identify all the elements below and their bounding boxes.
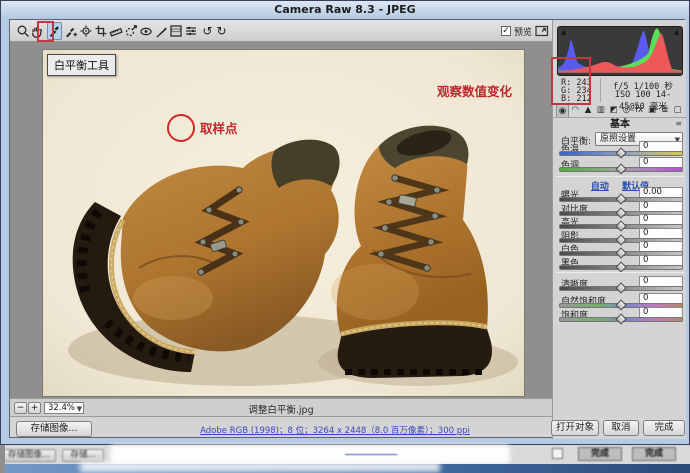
ghost-save-image-button[interactable]: 存储图像... <box>2 449 56 462</box>
observe-values-label: 观察数值变化 <box>437 84 513 99</box>
tool-highlight-box <box>37 21 54 42</box>
preferences-icon[interactable] <box>183 22 198 40</box>
tab-detail[interactable]: ▲ <box>582 104 595 117</box>
saturation-slider[interactable] <box>559 313 683 325</box>
straighten-tool-icon[interactable] <box>108 22 123 40</box>
check-icon: ✓ <box>502 26 510 36</box>
camera-raw-screenshot: Camera Raw 8.3 - JPEG ↺ ↻ ✓ 预览 ▲ ▲ R: 24… <box>0 0 690 473</box>
window-title: Camera Raw 8.3 - JPEG <box>274 3 416 16</box>
boots-illustration <box>43 50 524 396</box>
color-sampler-tool-icon[interactable] <box>63 22 78 40</box>
ghost-save-button[interactable]: 存储... <box>62 449 104 462</box>
filename-label: 调整白平衡.jpg <box>248 405 314 416</box>
toolbar: ↺ ↻ ✓ 预览 <box>10 20 552 42</box>
clarity-slider[interactable] <box>559 282 683 294</box>
graduated-filter-tool-icon[interactable] <box>168 22 183 40</box>
title-bar[interactable]: Camera Raw 8.3 - JPEG <box>1 1 689 19</box>
workflow-options-link[interactable]: Adobe RGB (1998)；8 位；3264 x 2448（8.0 百万像… <box>170 424 500 436</box>
tint-slider[interactable] <box>559 163 683 175</box>
ghost-done-button-2[interactable]: 完成 <box>632 447 676 461</box>
open-object-button[interactable]: 打开对象 <box>551 420 599 436</box>
tab-hsl[interactable]: ▥ <box>594 104 607 117</box>
targeted-adjustment-tool-icon[interactable] <box>78 22 93 40</box>
shadows-value[interactable]: 0 <box>639 227 683 239</box>
tab-snapshots[interactable]: ▢ <box>671 104 684 117</box>
blacks-slider[interactable] <box>559 260 683 273</box>
slider-thumb[interactable] <box>615 260 627 273</box>
highlight-clipping-icon[interactable]: ▲ <box>674 29 679 36</box>
sample-point-circle <box>167 114 195 142</box>
spot-removal-tool-icon[interactable] <box>123 22 138 40</box>
panel-header: 基本 <box>553 117 687 130</box>
crop-tool-icon[interactable] <box>93 22 108 40</box>
done-button[interactable]: 完成 <box>643 420 685 436</box>
slider-thumb[interactable] <box>615 147 627 159</box>
ghost-done-button-1[interactable]: 完成 <box>578 447 622 461</box>
rotate-right-icon[interactable]: ↻ <box>214 22 229 40</box>
boots-photo[interactable] <box>42 49 525 397</box>
save-image-button[interactable]: 存储图像... <box>16 421 92 437</box>
white-balance-tooltip: 白平衡工具 <box>47 54 116 76</box>
preview-label: 预览 <box>514 27 533 38</box>
tab-camera-calibration[interactable]: ▣ <box>646 104 659 117</box>
shadow-clipping-icon[interactable]: ▲ <box>561 29 566 36</box>
background-highlight-blur <box>80 462 440 472</box>
background-windows: 存储图像... 存储... 完成 完成 <box>0 445 690 473</box>
camera-raw-dialog: Camera Raw 8.3 - JPEG ↺ ↻ ✓ 预览 ▲ ▲ R: 24… <box>0 0 690 445</box>
tab-split-toning[interactable]: ◩ <box>607 104 620 117</box>
tab-effects[interactable]: fx <box>633 104 646 117</box>
cancel-button[interactable]: 取消 <box>603 420 639 436</box>
slider-thumb[interactable] <box>615 282 627 294</box>
rgb-highlight-box <box>551 57 591 105</box>
ghost-checkbox[interactable] <box>552 448 563 459</box>
ghost-link <box>345 454 397 455</box>
tab-lens-corrections[interactable]: ◎ <box>620 104 633 117</box>
background-left-edge <box>0 445 5 473</box>
red-eye-tool-icon[interactable] <box>138 22 153 40</box>
preview-checkbox[interactable]: ✓ <box>501 26 511 36</box>
blacks-value[interactable]: 0 <box>639 254 683 266</box>
contrast-value[interactable]: 0 <box>639 200 683 212</box>
status-bar: − + 32.4% ▼ 调整白平衡.jpg <box>10 398 552 417</box>
slider-thumb[interactable] <box>615 163 627 175</box>
vibrance-value[interactable]: 0 <box>639 292 683 304</box>
temperature-slider[interactable] <box>559 147 683 159</box>
tab-presets[interactable]: ≣ <box>658 104 671 117</box>
tab-tone-curve[interactable]: ◠ <box>569 104 582 117</box>
panel-menu-icon[interactable]: ≡ <box>675 117 682 130</box>
sample-point-label: 取样点 <box>200 121 238 136</box>
rotate-left-icon[interactable]: ↺ <box>200 22 215 40</box>
footer: 存储图像... Adobe RGB (1998)；8 位；3264 x 2448… <box>10 417 686 439</box>
tab-basic[interactable]: ◉ <box>556 104 569 117</box>
fullscreen-toggle-icon[interactable] <box>535 25 549 37</box>
panel-tabs: ◉ ◠ ▲ ▥ ◩ ◎ fx ▣ ≣ ▢ <box>556 104 684 117</box>
slider-thumb[interactable] <box>615 313 627 325</box>
adjustment-brush-tool-icon[interactable] <box>153 22 168 40</box>
